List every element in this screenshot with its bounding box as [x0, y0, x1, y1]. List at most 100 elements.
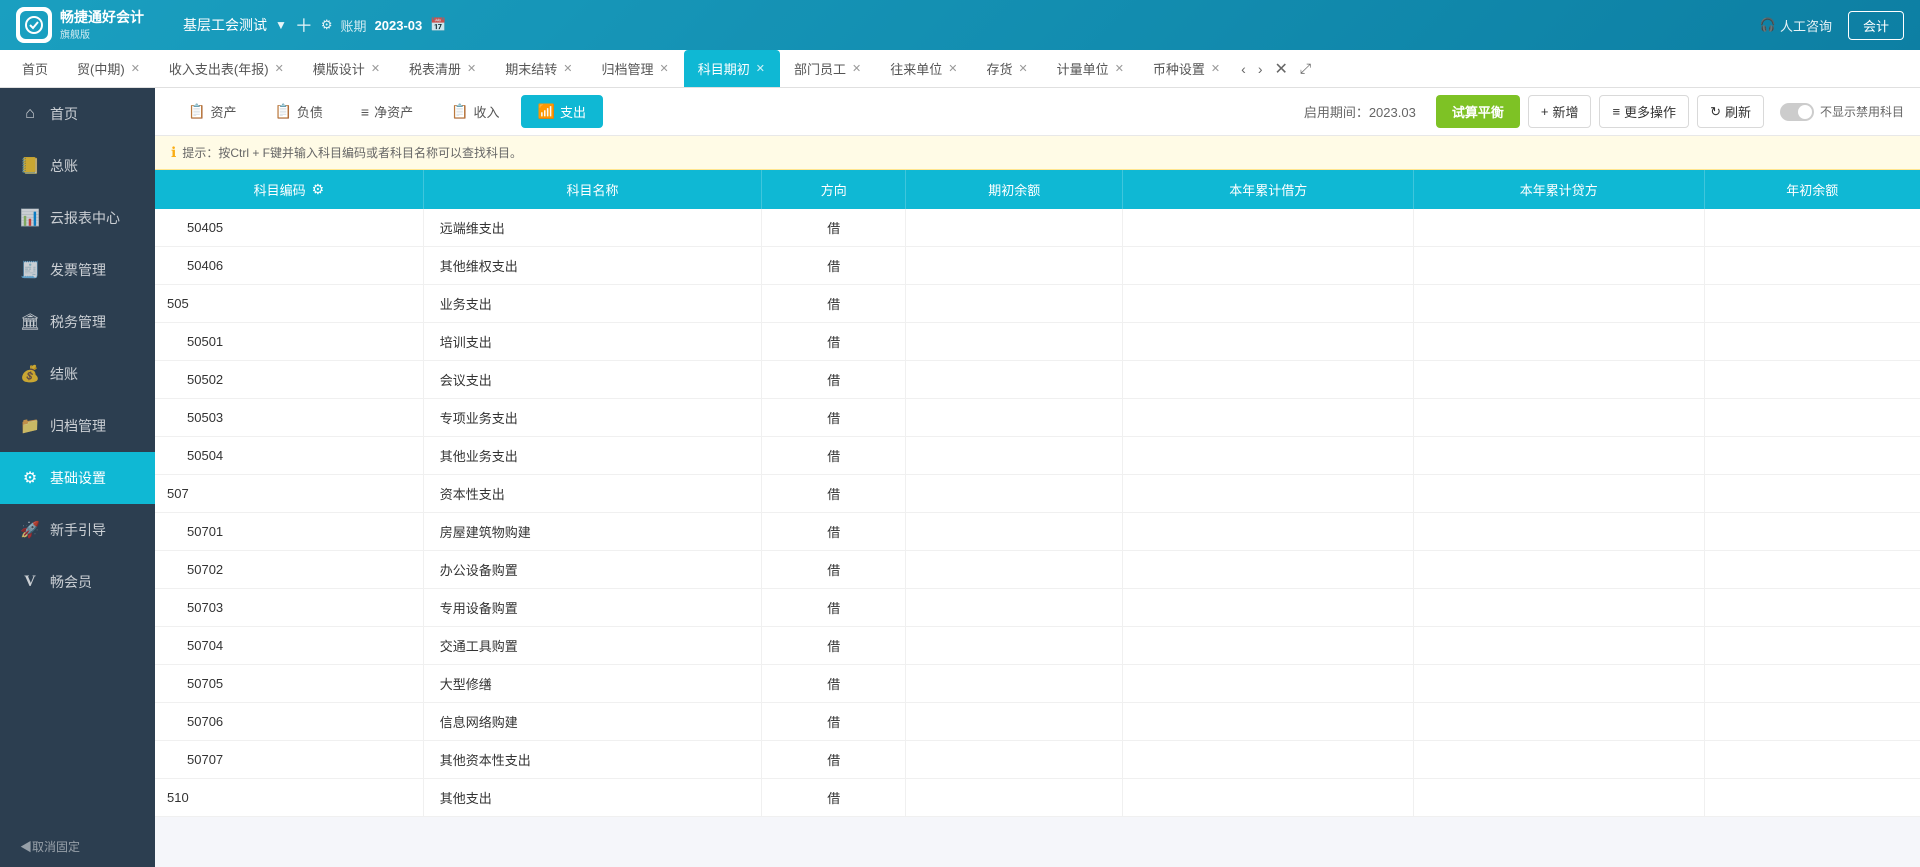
tab-period-end[interactable]: 期末结转 ✕: [491, 50, 587, 88]
period-label: 账期: [341, 16, 367, 35]
tab-close-icon[interactable]: ✕: [852, 62, 861, 75]
sidebar-pin-toggle[interactable]: ◀取消固定: [0, 826, 155, 867]
tab-close-icon[interactable]: ✕: [371, 62, 380, 75]
table-row[interactable]: 50701 房屋建筑物购建 借: [155, 513, 1920, 551]
tab-close-icon[interactable]: ✕: [660, 62, 669, 75]
tab-home[interactable]: 首页: [8, 50, 63, 88]
cell-code: 50502: [155, 361, 423, 399]
tab-close-icon[interactable]: ✕: [467, 62, 476, 75]
sidebar-item-reports[interactable]: 📊 云报表中心: [0, 192, 155, 244]
sidebar-item-invoice[interactable]: 🧾 发票管理: [0, 244, 155, 296]
more-actions-button[interactable]: ≡ 更多操作: [1599, 95, 1689, 128]
cell-code: 510: [155, 779, 423, 817]
tab-prev-icon[interactable]: ‹: [1235, 61, 1252, 77]
calendar-icon[interactable]: 📅: [430, 17, 446, 33]
table-row[interactable]: 50706 信息网络购建 借: [155, 703, 1920, 741]
sidebar-item-archive[interactable]: 📁 归档管理: [0, 400, 155, 452]
refresh-button[interactable]: ↻ 刷新: [1697, 95, 1764, 128]
cell-year-debit: [1123, 323, 1414, 361]
tab-interim[interactable]: 贸(中期) ✕: [63, 50, 155, 88]
cell-name: 其他业务支出: [423, 437, 762, 475]
add-icon: +: [1541, 104, 1549, 119]
help-button[interactable]: 🎧 人工咨询: [1760, 16, 1832, 35]
sidebar-item-home[interactable]: ⌂ 首页: [0, 88, 155, 140]
tab-close-icon[interactable]: ✕: [948, 62, 957, 75]
subtab-label: 资产: [210, 102, 236, 121]
tab-subject-init[interactable]: 科目期初 ✕: [684, 50, 780, 88]
table-row[interactable]: 505 业务支出 借: [155, 285, 1920, 323]
disabled-toggle[interactable]: [1780, 103, 1814, 121]
tab-dept-employee[interactable]: 部门员工 ✕: [780, 50, 876, 88]
table-row[interactable]: 50501 培训支出 借: [155, 323, 1920, 361]
sidebar-item-basic[interactable]: ⚙ 基础设置: [0, 452, 155, 504]
sidebar-item-ledger[interactable]: 📒 总账: [0, 140, 155, 192]
tab-label: 收入支出表(年报): [169, 59, 269, 78]
sidebar-item-tax[interactable]: 🏛 税务管理: [0, 296, 155, 348]
refresh-label: 刷新: [1725, 102, 1751, 121]
cell-name: 房屋建筑物购建: [423, 513, 762, 551]
toolbar-right: 试算平衡 + 新增 ≡ 更多操作 ↻ 刷新 不显示禁用科目: [1436, 95, 1904, 128]
cell-code: 50703: [155, 589, 423, 627]
tab-label: 首页: [22, 59, 48, 78]
table-row[interactable]: 50704 交通工具购置 借: [155, 627, 1920, 665]
subtab-expense[interactable]: 📶 支出: [521, 95, 603, 128]
tab-expand-icon[interactable]: ⤢: [1294, 60, 1317, 77]
tab-currency[interactable]: 币种设置 ✕: [1139, 50, 1235, 88]
tab-close-icon[interactable]: ✕: [131, 62, 140, 75]
tab-close-icon[interactable]: ✕: [1018, 62, 1027, 75]
sidebar-item-settlement[interactable]: 💰 结账: [0, 348, 155, 400]
tab-close-icon[interactable]: ✕: [1211, 62, 1220, 75]
account-button[interactable]: 会计: [1848, 11, 1904, 40]
tab-next-icon[interactable]: ›: [1252, 61, 1269, 77]
tab-tax-clear[interactable]: 税表清册 ✕: [395, 50, 491, 88]
table-row[interactable]: 50406 其他维权支出 借: [155, 247, 1920, 285]
table-row[interactable]: 50702 办公设备购置 借: [155, 551, 1920, 589]
tab-label: 币种设置: [1153, 59, 1205, 78]
tab-close-all-icon[interactable]: ✕: [1268, 59, 1293, 79]
tab-label: 部门员工: [794, 59, 846, 78]
settings-icon[interactable]: ⚙: [321, 17, 333, 33]
subtab-income[interactable]: 📋 收入: [434, 95, 516, 128]
add-company-button[interactable]: ＋: [295, 12, 313, 38]
sidebar-label: 基础设置: [50, 468, 106, 488]
tab-inventory[interactable]: 存货 ✕: [972, 50, 1042, 88]
cell-year-debit: [1123, 285, 1414, 323]
tab-close-icon[interactable]: ✕: [563, 62, 572, 75]
sidebar-label: 新手引导: [50, 520, 106, 540]
table-row[interactable]: 50703 专用设备购置 借: [155, 589, 1920, 627]
tab-label: 计量单位: [1057, 59, 1109, 78]
tab-template[interactable]: 模版设计 ✕: [299, 50, 395, 88]
tab-close-icon[interactable]: ✕: [1115, 62, 1124, 75]
tab-income-annual[interactable]: 收入支出表(年报) ✕: [155, 50, 299, 88]
sidebar-item-guide[interactable]: 🚀 新手引导: [0, 504, 155, 556]
cell-year-balance: [1704, 475, 1920, 513]
subtab-liability[interactable]: 📋 负债: [257, 95, 339, 128]
table-row[interactable]: 50707 其他资本性支出 借: [155, 741, 1920, 779]
tab-close-icon[interactable]: ✕: [756, 62, 765, 75]
column-settings-icon[interactable]: ⚙: [312, 181, 325, 198]
cell-code: 50405: [155, 209, 423, 247]
table-row[interactable]: 50502 会议支出 借: [155, 361, 1920, 399]
table-row[interactable]: 50504 其他业务支出 借: [155, 437, 1920, 475]
sidebar-label: 畅会员: [50, 572, 92, 592]
reports-icon: 📊: [20, 208, 40, 228]
tab-partners[interactable]: 往来单位 ✕: [876, 50, 972, 88]
cell-code: 50504: [155, 437, 423, 475]
table-row[interactable]: 50503 专项业务支出 借: [155, 399, 1920, 437]
table-row[interactable]: 50705 大型修缮 借: [155, 665, 1920, 703]
subtab-net-asset[interactable]: ≡ 净资产: [344, 95, 430, 128]
cell-year-credit: [1414, 513, 1705, 551]
sidebar-item-member[interactable]: V 畅会员: [0, 556, 155, 608]
calc-balance-button[interactable]: 试算平衡: [1436, 95, 1520, 128]
tab-close-icon[interactable]: ✕: [275, 62, 284, 75]
table-row[interactable]: 507 资本性支出 借: [155, 475, 1920, 513]
cell-code: 50704: [155, 627, 423, 665]
tab-unit[interactable]: 计量单位 ✕: [1043, 50, 1139, 88]
add-button[interactable]: + 新增: [1528, 95, 1592, 128]
tab-archive[interactable]: 归档管理 ✕: [588, 50, 684, 88]
sidebar-label: 归档管理: [50, 416, 106, 436]
table-row[interactable]: 510 其他支出 借: [155, 779, 1920, 817]
table-row[interactable]: 50405 远端维支出 借: [155, 209, 1920, 247]
subtab-asset[interactable]: 📋 资产: [171, 95, 253, 128]
company-dropdown-icon[interactable]: ▼: [275, 18, 287, 32]
